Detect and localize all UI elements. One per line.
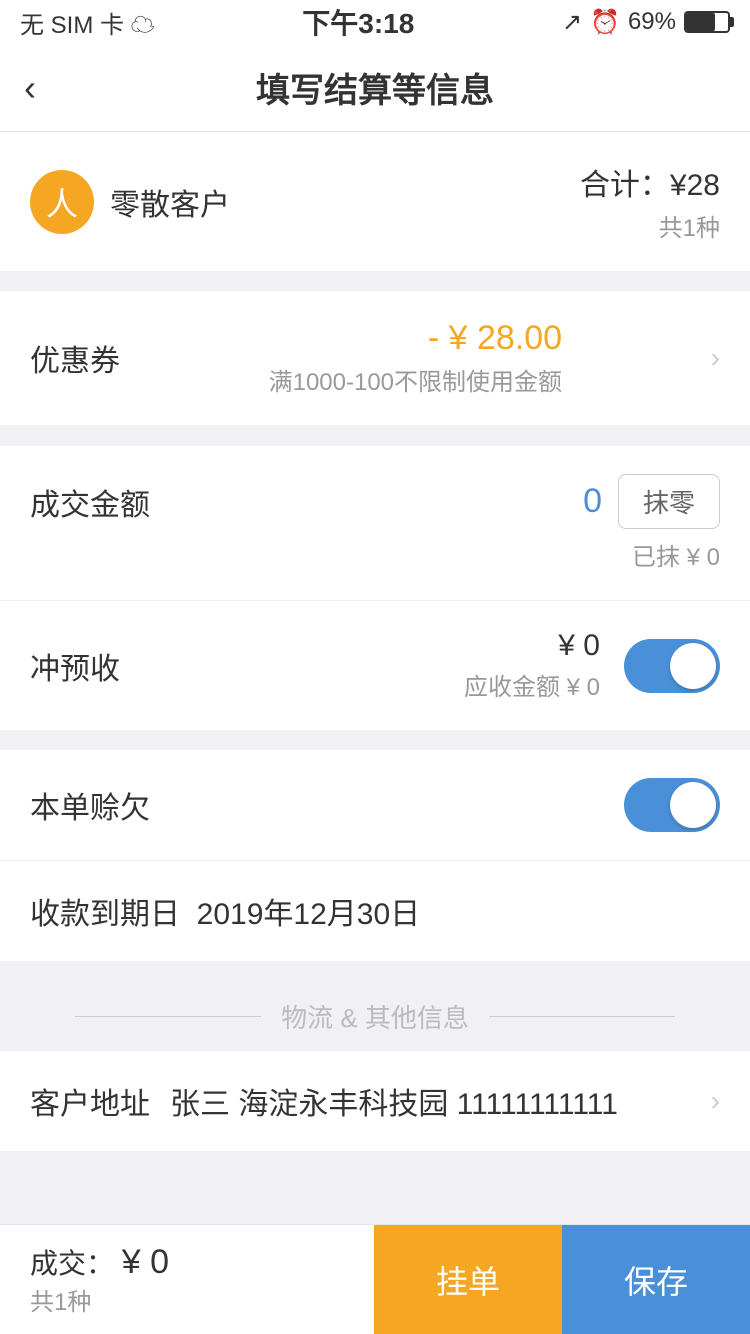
customer-left: 人 零散客户	[30, 170, 230, 234]
coupon-desc: 满1000-100不限制使用金额	[269, 362, 562, 397]
customer-right: 合计：¥28 共1种	[580, 160, 720, 243]
avatar: 人	[30, 170, 94, 234]
coupon-row[interactable]: 优惠券 - ¥ 28.00 满1000-100不限制使用金额 ›	[0, 291, 750, 426]
due-date-section: 收款到期日 2019年12月30日	[0, 860, 750, 961]
prepay-right: ¥ 0 应收金额 ¥ 0	[464, 629, 720, 702]
divider-1	[0, 271, 750, 291]
bottom-bar: 成交： ¥ 0 共1种 挂单 保存	[0, 1224, 750, 1334]
prepay-section: 冲预收 ¥ 0 应收金额 ¥ 0	[0, 601, 750, 730]
address-chevron-icon: ›	[711, 1085, 720, 1117]
logistics-divider: 物流 & 其他信息	[0, 981, 750, 1051]
divider-3	[0, 730, 750, 750]
location-icon: ↗	[562, 8, 582, 37]
address-value: 张三 海淀永丰科技园 11111111111	[170, 1079, 711, 1123]
due-date-text: 收款到期日 2019年12月30日	[30, 898, 420, 931]
deal-amount-label: 成交金额	[30, 480, 150, 524]
content: 人 零散客户 合计：¥28 共1种 优惠券 - ¥ 28.00 满1000-10…	[0, 132, 750, 1271]
customer-name: 零散客户	[110, 180, 230, 224]
alarm-icon: ⏰	[590, 8, 620, 37]
deal-top: 成交金额 0 抹零	[30, 474, 720, 529]
hold-button[interactable]: 挂单	[374, 1225, 562, 1334]
bottom-deal-row: 成交： ¥ 0	[30, 1242, 344, 1282]
address-label: 客户地址	[30, 1079, 150, 1123]
nav-bar: ‹ 填写结算等信息	[0, 44, 750, 132]
customer-row: 人 零散客户 合计：¥28 共1种	[0, 132, 750, 271]
page-title: 填写结算等信息	[256, 63, 494, 112]
coupon-amount: - ¥ 28.00	[269, 319, 562, 358]
round-off-button[interactable]: 抹零	[618, 474, 720, 529]
prepay-amount: ¥ 0	[464, 629, 600, 663]
bottom-count: 共1种	[30, 1282, 344, 1317]
divider-2	[0, 426, 750, 446]
bottom-info: 成交： ¥ 0 共1种	[0, 1242, 374, 1317]
prepay-toggle[interactable]	[624, 639, 720, 693]
status-bar: 无 SIM 卡 ☁ 下午3:18 ↗ ⏰ 69%	[0, 0, 750, 44]
status-left: 无 SIM 卡 ☁	[20, 5, 155, 40]
toggle-knob	[670, 643, 716, 689]
deal-amount-section: 成交金额 0 抹零 已抹 ¥ 0	[0, 446, 750, 601]
chevron-right-icon: ›	[711, 342, 720, 374]
signal-text: 无 SIM 卡 ☁	[20, 5, 155, 40]
bottom-deal-label: 成交：	[30, 1248, 114, 1279]
coupon-label: 优惠券	[30, 336, 120, 380]
bottom-deal-amount: ¥ 0	[122, 1243, 169, 1281]
divider-4	[0, 961, 750, 981]
due-date-value: 2019年12月30日	[197, 898, 420, 931]
arrears-toggle-knob	[670, 782, 716, 828]
total-amount: 合计：¥28	[580, 160, 720, 204]
battery-percent: 69%	[628, 8, 676, 36]
battery-icon	[684, 11, 730, 33]
coupon-right: - ¥ 28.00 满1000-100不限制使用金额	[269, 319, 562, 397]
prepay-top: 冲预收 ¥ 0 应收金额 ¥ 0	[30, 629, 720, 702]
back-button[interactable]: ‹	[24, 67, 36, 109]
arrears-section: 本单赊欠	[0, 750, 750, 860]
arrears-toggle[interactable]	[624, 778, 720, 832]
save-button[interactable]: 保存	[562, 1225, 750, 1334]
due-date-label: 收款到期日	[30, 898, 180, 931]
prepay-sub: 应收金额 ¥ 0	[464, 667, 600, 702]
status-right: ↗ ⏰ 69%	[562, 8, 730, 37]
total-count: 共1种	[580, 208, 720, 243]
deal-value: 0	[583, 482, 602, 521]
prepay-label: 冲预收	[30, 644, 120, 688]
status-time: 下午3:18	[302, 2, 414, 42]
prepay-amount-wrap: ¥ 0 应收金额 ¥ 0	[464, 629, 600, 702]
arrears-label: 本单赊欠	[30, 783, 150, 827]
logistics-label: 物流 & 其他信息	[261, 998, 489, 1035]
deal-amount-right: 0 抹零	[583, 474, 720, 529]
deal-sub: 已抹 ¥ 0	[30, 537, 720, 572]
address-section[interactable]: 客户地址 张三 海淀永丰科技园 11111111111 ›	[0, 1051, 750, 1151]
